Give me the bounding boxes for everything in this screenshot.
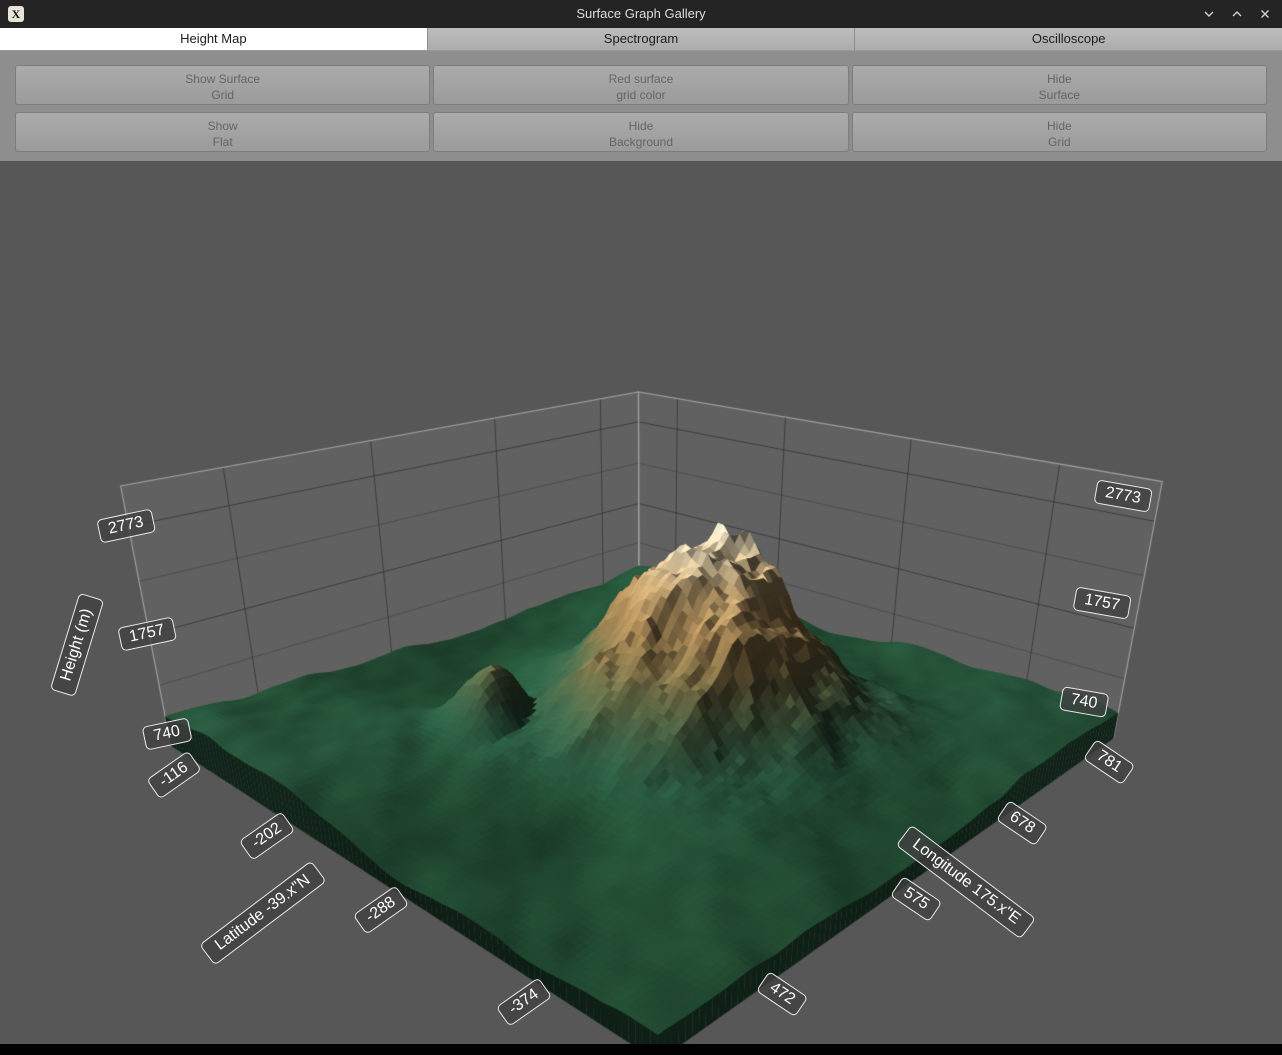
shade-window-button[interactable] <box>1200 5 1218 23</box>
surface-grid-color-button[interactable]: Red surface grid color <box>433 65 848 105</box>
hide-background-button[interactable]: Hide Background <box>433 112 848 152</box>
tab-bar: Height Map Spectrogram Oscilloscope <box>0 28 1282 51</box>
app-icon: X <box>8 6 24 22</box>
chevron-down-icon <box>1202 7 1216 21</box>
show-flat-button[interactable]: Show Flat <box>15 112 430 152</box>
app-window: 7407401757175727732773-116-202-288-37478… <box>0 0 1282 1055</box>
tab-height-map[interactable]: Height Map <box>0 28 428 50</box>
controls-panel: Show Surface Grid Red surface grid color… <box>0 51 1282 161</box>
close-icon <box>1258 7 1272 21</box>
tab-spectrogram[interactable]: Spectrogram <box>428 28 856 50</box>
hide-surface-button[interactable]: Hide Surface <box>852 65 1267 105</box>
tab-oscilloscope[interactable]: Oscilloscope <box>855 28 1282 50</box>
show-surface-grid-button[interactable]: Show Surface Grid <box>15 65 430 105</box>
title-bar[interactable]: Surface Graph Gallery X <box>0 0 1282 28</box>
close-window-button[interactable] <box>1256 5 1274 23</box>
maximize-window-button[interactable] <box>1228 5 1246 23</box>
window-title: Surface Graph Gallery <box>0 0 1282 28</box>
window-controls <box>1200 0 1274 28</box>
chevron-up-icon <box>1230 7 1244 21</box>
screen-edge-strip <box>0 1044 1282 1055</box>
hide-grid-button[interactable]: Hide Grid <box>852 112 1267 152</box>
